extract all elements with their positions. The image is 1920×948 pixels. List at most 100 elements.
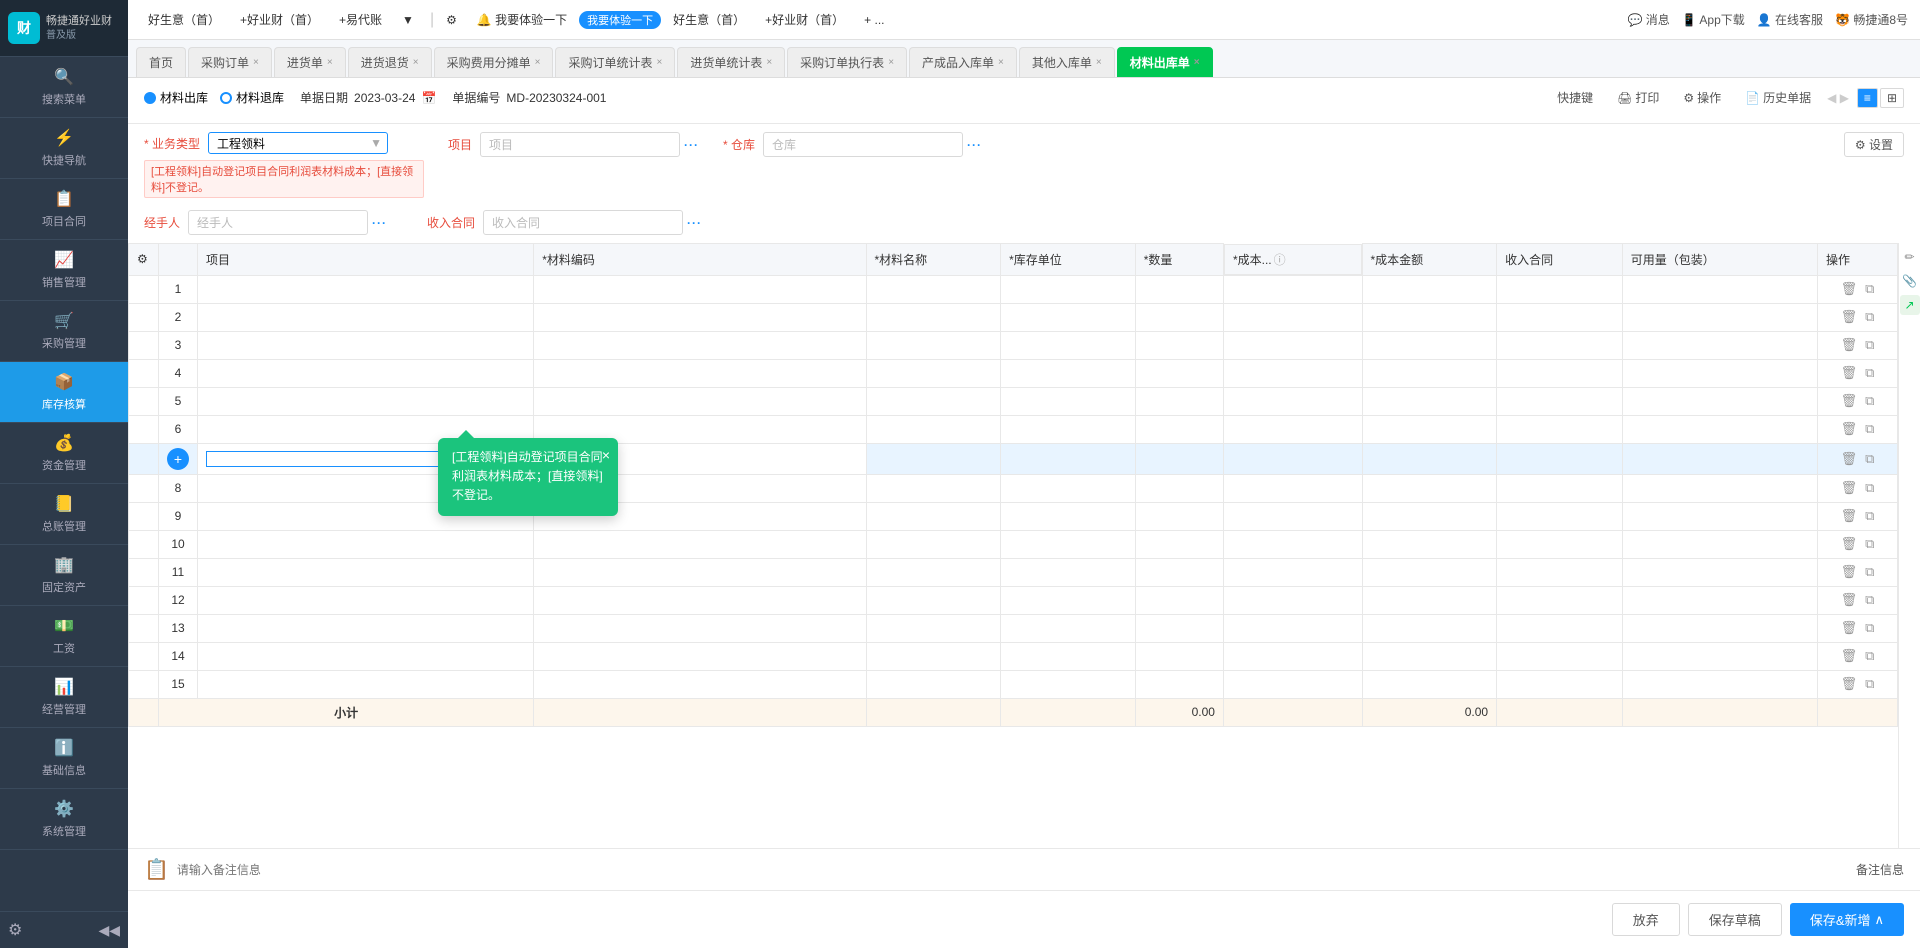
row-unit-2[interactable] bbox=[1001, 303, 1136, 331]
tab-close-3[interactable]: × bbox=[413, 57, 419, 68]
tab-进货单[interactable]: 进货单× bbox=[274, 47, 346, 77]
row-available-11[interactable] bbox=[1622, 558, 1817, 586]
row-cost-7[interactable] bbox=[1223, 443, 1362, 474]
message-btn[interactable]: 💬 消息 bbox=[1628, 11, 1670, 28]
row-unit-1[interactable] bbox=[1001, 275, 1136, 303]
row-project-11[interactable] bbox=[198, 558, 534, 586]
tab-close-6[interactable]: × bbox=[766, 57, 772, 68]
row-unit-3[interactable] bbox=[1001, 331, 1136, 359]
row-name-2[interactable] bbox=[866, 303, 1001, 331]
handler-select[interactable]: 经手人 bbox=[188, 210, 368, 235]
income-contract-select[interactable]: 收入合同 bbox=[483, 210, 683, 235]
row-contract-9[interactable] bbox=[1497, 502, 1623, 530]
row-contract-14[interactable] bbox=[1497, 642, 1623, 670]
tab-close-8[interactable]: × bbox=[998, 57, 1004, 68]
row-contract-13[interactable] bbox=[1497, 614, 1623, 642]
row-code-13[interactable] bbox=[534, 614, 866, 642]
row-qty-1[interactable] bbox=[1135, 275, 1223, 303]
tab-材料出库单[interactable]: 材料出库单× bbox=[1117, 47, 1213, 78]
calendar-icon[interactable]: 📅 bbox=[421, 91, 436, 105]
discard-button[interactable]: 放弃 bbox=[1612, 903, 1680, 936]
row-contract-6[interactable] bbox=[1497, 415, 1623, 443]
row-amount-13[interactable] bbox=[1362, 614, 1497, 642]
row-name-14[interactable] bbox=[866, 642, 1001, 670]
row-project-1[interactable] bbox=[198, 275, 534, 303]
tooltip-close-icon[interactable]: × bbox=[602, 444, 610, 466]
tab-采购订单执行表[interactable]: 采购订单执行表× bbox=[787, 47, 907, 77]
th-settings[interactable]: ⚙ bbox=[129, 244, 159, 276]
row-amount-11[interactable] bbox=[1362, 558, 1497, 586]
row-amount-2[interactable] bbox=[1362, 303, 1497, 331]
row-available-7[interactable] bbox=[1622, 443, 1817, 474]
tab-close-4[interactable]: × bbox=[535, 57, 541, 68]
radio-material-return[interactable]: 材料退库 bbox=[220, 89, 284, 106]
delete-icon-9[interactable]: 🗑 bbox=[1841, 508, 1858, 524]
row-available-4[interactable] bbox=[1622, 359, 1817, 387]
sidebar-item-快捷导航[interactable]: ⚡快捷导航 bbox=[0, 118, 128, 179]
date-value[interactable]: 2023-03-24 bbox=[354, 91, 415, 105]
row-amount-7[interactable] bbox=[1362, 443, 1497, 474]
row-code-3[interactable] bbox=[534, 331, 866, 359]
sidebar-item-固定资产[interactable]: 🏢固定资产 bbox=[0, 545, 128, 606]
copy-icon-14[interactable]: ⧉ bbox=[1865, 648, 1874, 664]
row-unit-9[interactable] bbox=[1001, 502, 1136, 530]
copy-icon-10[interactable]: ⧉ bbox=[1865, 536, 1874, 552]
row-unit-10[interactable] bbox=[1001, 530, 1136, 558]
row-amount-9[interactable] bbox=[1362, 502, 1497, 530]
delete-icon-14[interactable]: 🗑 bbox=[1841, 648, 1858, 664]
tab-进货退货[interactable]: 进货退货× bbox=[348, 47, 432, 77]
settings-button[interactable]: ⚙ 设置 bbox=[1844, 132, 1904, 157]
row-project-12[interactable] bbox=[198, 586, 534, 614]
copy-icon-12[interactable]: ⧉ bbox=[1865, 592, 1874, 608]
row-code-12[interactable] bbox=[534, 586, 866, 614]
row-cost-15[interactable] bbox=[1223, 670, 1362, 698]
copy-icon-4[interactable]: ⧉ bbox=[1865, 365, 1874, 381]
tab-首页[interactable]: 首页 bbox=[136, 47, 186, 77]
row-code-11[interactable] bbox=[534, 558, 866, 586]
row-qty-2[interactable] bbox=[1135, 303, 1223, 331]
row-code-2[interactable] bbox=[534, 303, 866, 331]
tab-其他入库单[interactable]: 其他入库单× bbox=[1019, 47, 1115, 77]
delete-icon-7[interactable]: 🗑 bbox=[1841, 451, 1858, 467]
settings-icon[interactable]: ⚙ bbox=[8, 920, 22, 940]
row-contract-10[interactable] bbox=[1497, 530, 1623, 558]
row-unit-4[interactable] bbox=[1001, 359, 1136, 387]
row-unit-6[interactable] bbox=[1001, 415, 1136, 443]
row-cost-13[interactable] bbox=[1223, 614, 1362, 642]
row-available-12[interactable] bbox=[1622, 586, 1817, 614]
row-unit-15[interactable] bbox=[1001, 670, 1136, 698]
copy-icon-11[interactable]: ⧉ bbox=[1865, 564, 1874, 580]
row-cost-9[interactable] bbox=[1223, 502, 1362, 530]
row-name-8[interactable] bbox=[866, 474, 1001, 502]
row-code-10[interactable] bbox=[534, 530, 866, 558]
row-project-2[interactable] bbox=[198, 303, 534, 331]
row-contract-5[interactable] bbox=[1497, 387, 1623, 415]
row-unit-5[interactable] bbox=[1001, 387, 1136, 415]
topbar-nav-haoyecai2[interactable]: +好业财（首） bbox=[757, 7, 852, 32]
delete-icon-6[interactable]: 🗑 bbox=[1841, 421, 1858, 437]
radio-material-out[interactable]: 材料出库 bbox=[144, 89, 208, 106]
row-name-11[interactable] bbox=[866, 558, 1001, 586]
row-code-1[interactable] bbox=[534, 275, 866, 303]
row-cost-2[interactable] bbox=[1223, 303, 1362, 331]
sidebar-item-资金管理[interactable]: 💰资金管理 bbox=[0, 423, 128, 484]
row-available-15[interactable] bbox=[1622, 670, 1817, 698]
row-name-4[interactable] bbox=[866, 359, 1001, 387]
right-panel-clip-icon[interactable]: 📎 bbox=[1900, 271, 1920, 291]
row-available-3[interactable] bbox=[1622, 331, 1817, 359]
row-name-15[interactable] bbox=[866, 670, 1001, 698]
handler-dots-icon[interactable]: ··· bbox=[372, 216, 387, 230]
copy-icon-3[interactable]: ⧉ bbox=[1865, 337, 1874, 353]
copy-icon-7[interactable]: ⧉ bbox=[1865, 451, 1874, 467]
row-qty-3[interactable] bbox=[1135, 331, 1223, 359]
delete-icon-5[interactable]: 🗑 bbox=[1841, 393, 1858, 409]
row-unit-7[interactable] bbox=[1001, 443, 1136, 474]
topbar-nav-yidaizhang[interactable]: +易代账 bbox=[331, 7, 390, 32]
row-available-10[interactable] bbox=[1622, 530, 1817, 558]
project-dots-icon[interactable]: ··· bbox=[684, 138, 699, 152]
row-amount-4[interactable] bbox=[1362, 359, 1497, 387]
row-available-13[interactable] bbox=[1622, 614, 1817, 642]
delete-icon-4[interactable]: 🗑 bbox=[1841, 365, 1858, 381]
row-amount-12[interactable] bbox=[1362, 586, 1497, 614]
topbar-nav-haoshengyi2[interactable]: 好生意（首） bbox=[665, 7, 753, 32]
